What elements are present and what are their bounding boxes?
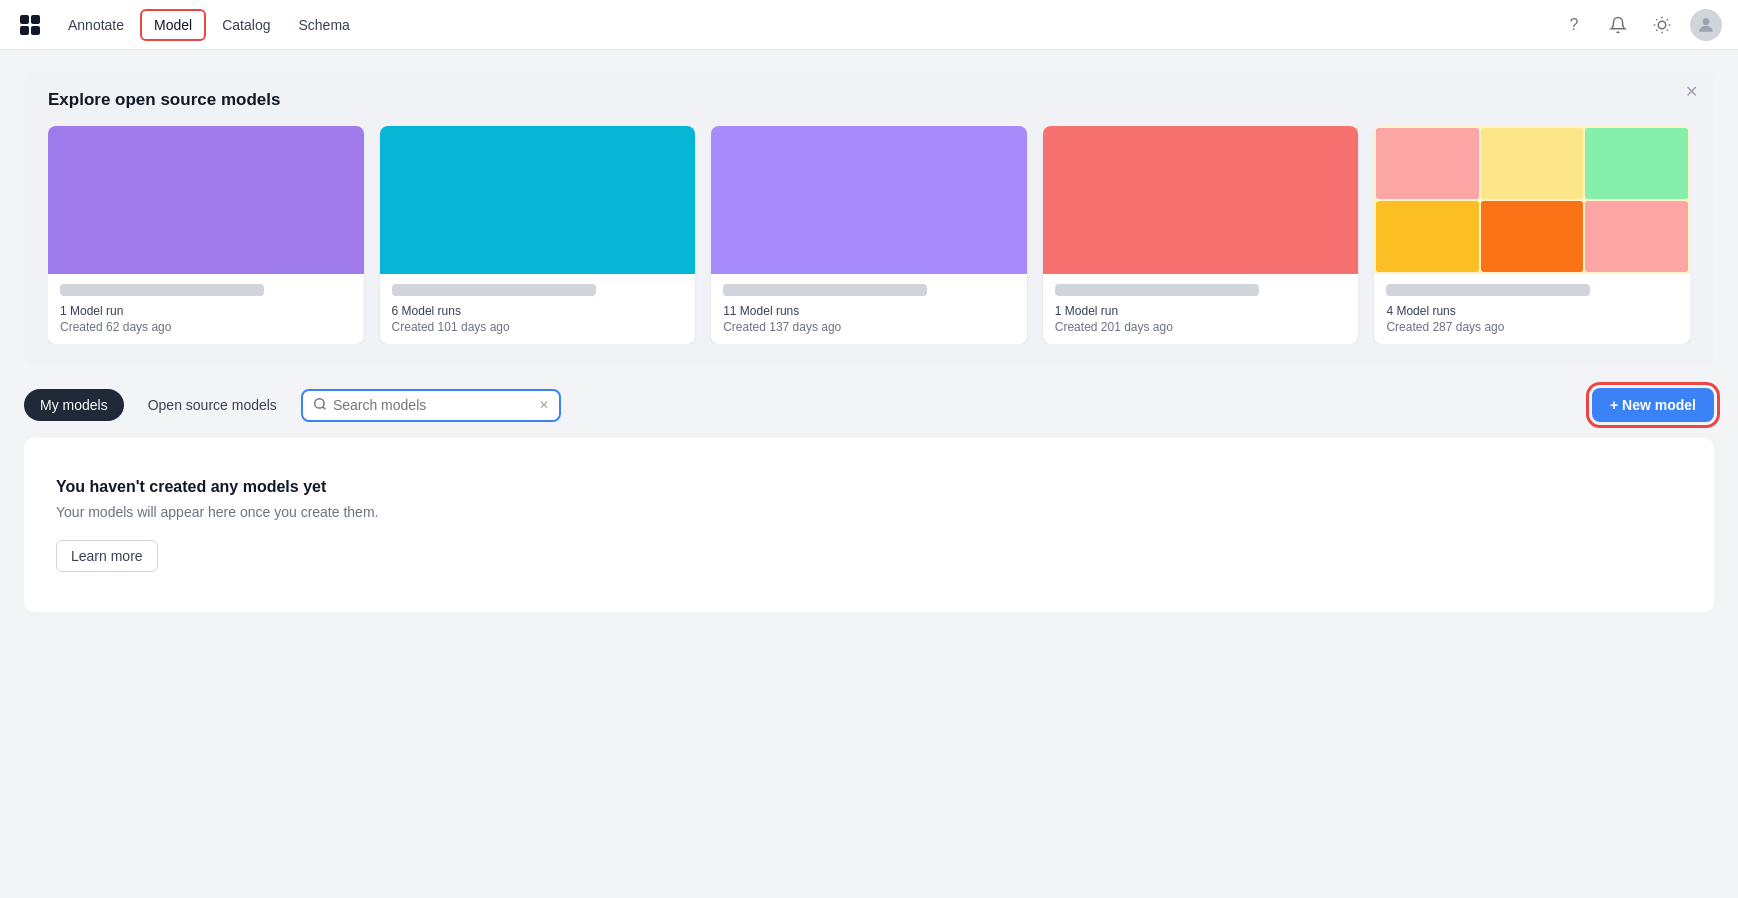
learn-more-button[interactable]: Learn more [56, 540, 158, 572]
card2-thumbnail [380, 126, 696, 274]
svg-rect-3 [31, 26, 40, 35]
card4-date: Created 201 days ago [1055, 320, 1347, 334]
explore-card-5[interactable]: 4 Model runs Created 287 days ago [1374, 126, 1690, 344]
explore-card-3[interactable]: 11 Model runs Created 137 days ago [711, 126, 1027, 344]
svg-point-13 [1703, 18, 1710, 25]
empty-state: You haven't created any models yet Your … [24, 438, 1714, 612]
svg-line-12 [1667, 19, 1668, 20]
close-banner-button[interactable]: ✕ [1685, 84, 1698, 100]
card4-name [1055, 284, 1259, 296]
tab-open-source[interactable]: Open source models [132, 389, 293, 421]
tabs-row: My models Open source models ✕ + New mod… [24, 388, 1714, 422]
card4-thumbnail [1043, 126, 1359, 274]
card1-thumbnail [48, 126, 364, 274]
nav-schema[interactable]: Schema [286, 11, 361, 39]
svg-point-4 [1658, 21, 1666, 29]
navbar: Annotate Model Catalog Schema ? [0, 0, 1738, 50]
svg-rect-2 [20, 26, 29, 35]
nav-annotate[interactable]: Annotate [56, 11, 136, 39]
card5-date: Created 287 days ago [1386, 320, 1678, 334]
card5-thumbnail [1374, 126, 1690, 274]
card3-date: Created 137 days ago [723, 320, 1015, 334]
model-cards-list: 1 Model run Created 62 days ago 6 Model … [48, 126, 1690, 344]
app-logo[interactable] [16, 11, 44, 39]
svg-line-15 [323, 406, 326, 409]
svg-line-11 [1656, 29, 1657, 30]
svg-point-14 [315, 398, 324, 407]
tab-my-models[interactable]: My models [24, 389, 124, 421]
empty-state-description: Your models will appear here once you cr… [56, 504, 1682, 520]
svg-line-8 [1667, 29, 1668, 30]
user-avatar[interactable] [1690, 9, 1722, 41]
explore-card-4[interactable]: 1 Model run Created 201 days ago [1043, 126, 1359, 344]
card5-runs: 4 Model runs [1386, 304, 1678, 318]
card2-date: Created 101 days ago [392, 320, 684, 334]
card3-runs: 11 Model runs [723, 304, 1015, 318]
svg-rect-0 [20, 15, 29, 24]
card3-thumbnail [711, 126, 1027, 274]
new-model-button[interactable]: + New model [1592, 388, 1714, 422]
notifications-icon[interactable] [1602, 9, 1634, 41]
svg-rect-1 [31, 15, 40, 24]
explore-title: Explore open source models [48, 90, 1690, 110]
empty-state-title: You haven't created any models yet [56, 478, 1682, 496]
search-icon [313, 397, 327, 414]
search-clear-icon[interactable]: ✕ [539, 398, 549, 412]
nav-right-section: ? [1558, 9, 1722, 41]
nav-catalog[interactable]: Catalog [210, 11, 282, 39]
card2-name [392, 284, 596, 296]
card1-name [60, 284, 264, 296]
explore-banner: Explore open source models ✕ 1 Model run… [24, 70, 1714, 364]
card1-runs: 1 Model run [60, 304, 352, 318]
svg-line-7 [1656, 19, 1657, 20]
main-content: Explore open source models ✕ 1 Model run… [0, 50, 1738, 632]
card4-runs: 1 Model run [1055, 304, 1347, 318]
nav-model[interactable]: Model [140, 9, 206, 41]
explore-card-2[interactable]: 6 Model runs Created 101 days ago [380, 126, 696, 344]
card1-date: Created 62 days ago [60, 320, 352, 334]
explore-card-1[interactable]: 1 Model run Created 62 days ago [48, 126, 364, 344]
card3-name [723, 284, 927, 296]
card2-runs: 6 Model runs [392, 304, 684, 318]
search-input[interactable] [333, 397, 533, 413]
theme-icon[interactable] [1646, 9, 1678, 41]
search-box: ✕ [301, 389, 561, 422]
help-icon[interactable]: ? [1558, 9, 1590, 41]
card5-name [1386, 284, 1590, 296]
